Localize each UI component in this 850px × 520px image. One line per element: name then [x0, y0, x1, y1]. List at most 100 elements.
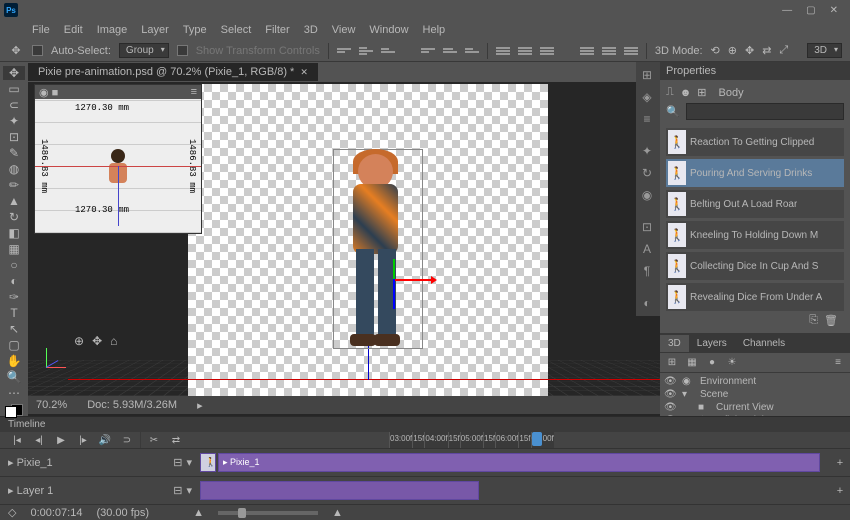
3d-scale-icon[interactable]: ⤢ [779, 44, 788, 57]
track-menu-icon[interactable]: ▾ [186, 484, 192, 497]
distribute-4-icon[interactable] [580, 44, 594, 58]
panel-menu-icon[interactable]: ≡ [830, 355, 846, 371]
panel-icon-5[interactable]: ↻ [638, 164, 656, 182]
animation-item[interactable]: 🚶Collecting Dice In Cup And S [666, 252, 844, 280]
panel-icon-3[interactable]: ≡ [638, 110, 656, 128]
panel-icon-2[interactable]: ◈ [638, 88, 656, 106]
zoom-in-icon[interactable]: ▲ [332, 507, 343, 519]
color-swatches[interactable] [5, 406, 23, 416]
dodge-tool[interactable]: ◐ [3, 274, 25, 288]
eraser-tool[interactable]: ◧ [3, 226, 25, 240]
distribute-5-icon[interactable] [602, 44, 616, 58]
track-body[interactable] [200, 477, 820, 504]
panel-icon-1[interactable]: ⊞ [638, 66, 656, 84]
shape-tool[interactable]: ▢ [3, 338, 25, 352]
zoom-slider[interactable] [238, 508, 246, 518]
gizmo-z-axis[interactable] [393, 279, 395, 309]
audio-button[interactable]: 🔊 [96, 432, 114, 448]
document-canvas[interactable] [188, 84, 548, 396]
menu-layer[interactable]: Layer [141, 24, 169, 36]
auto-select-dropdown[interactable]: Group [119, 43, 169, 58]
3d-pan-icon[interactable]: ✥ [745, 44, 754, 57]
next-frame-button[interactable]: |▸ [74, 432, 92, 448]
workspace-dropdown[interactable]: 3D [807, 43, 842, 58]
menu-edit[interactable]: Edit [64, 24, 83, 36]
visibility-icon[interactable]: 👁 [664, 389, 678, 400]
filter-material-icon[interactable]: ● [704, 355, 720, 371]
filter-light-icon[interactable]: ☀ [724, 355, 740, 371]
3d-rotate-icon[interactable]: ⟲ [711, 44, 720, 57]
canvas-area[interactable]: ◉ ■ ≡ 1270.30 mm 1270.30 mm 1486.83 mm 1… [28, 82, 660, 396]
pen-tool[interactable]: ✑ [3, 290, 25, 304]
panel-icon-8[interactable]: A [638, 240, 656, 258]
clip-thumb[interactable]: 🚶 [200, 453, 216, 472]
distribute-3-icon[interactable] [540, 44, 554, 58]
loop-button[interactable]: ⊃ [118, 432, 136, 448]
split-button[interactable]: ✂ [145, 432, 163, 448]
animation-item[interactable]: 🚶Pouring And Serving Drinks [666, 159, 844, 187]
timeline-ruler[interactable]: 03:00f15f04:00f15f05:00f15f06:00f15f07:0… [389, 432, 554, 448]
tab-layers[interactable]: Layers [689, 335, 735, 352]
gradient-tool[interactable]: ▦ [3, 242, 25, 256]
add-track-button[interactable]: + [830, 485, 850, 497]
timeline-clip[interactable] [200, 481, 479, 500]
timecode[interactable]: 0:00:07:14 [30, 507, 82, 519]
view-menu-icon[interactable]: ≡ [191, 86, 197, 98]
menu-type[interactable]: Type [183, 24, 207, 36]
scene-item[interactable]: 👁▾Scene [660, 388, 850, 401]
move-tool[interactable]: ✥ [3, 66, 25, 80]
panel-icon-9[interactable]: ¶ [638, 262, 656, 280]
track-opt-icon[interactable]: ⊟ [173, 484, 182, 497]
gizmo-x-axis[interactable] [393, 279, 433, 281]
brush-tool[interactable]: ✏ [3, 178, 25, 192]
axis-widget[interactable] [46, 338, 76, 368]
play-button[interactable]: ▶ [52, 432, 70, 448]
hand-tool[interactable]: ✋ [3, 354, 25, 368]
heal-tool[interactable]: ◍ [3, 162, 25, 176]
status-arrow-icon[interactable]: ▸ [197, 399, 203, 412]
properties-header[interactable]: Properties [660, 62, 850, 80]
path-tool[interactable]: ↖ [3, 322, 25, 336]
menu-view[interactable]: View [332, 24, 356, 36]
scene-item[interactable]: 👁☀Infinite Light 1 [660, 414, 850, 416]
visibility-icon[interactable]: 👁 [664, 415, 678, 416]
expand-icon[interactable]: ▸ [8, 457, 14, 469]
panel-icon-7[interactable]: ⊡ [638, 218, 656, 236]
animation-item[interactable]: 🚶Reaction To Getting Clipped [666, 128, 844, 156]
panel-icon-10[interactable]: ◐ [638, 294, 656, 312]
filter-mesh-icon[interactable]: ▦ [684, 355, 700, 371]
pan-icon[interactable]: ✥ [92, 334, 102, 348]
marquee-tool[interactable]: ▭ [3, 82, 25, 96]
eyedropper-tool[interactable]: ✎ [3, 146, 25, 160]
track-header[interactable]: ▸ Pixie_1⊟▾ [0, 456, 200, 469]
scene-item[interactable]: 👁■Current View [660, 401, 850, 414]
wand-tool[interactable]: ✦ [3, 114, 25, 128]
new-icon[interactable]: ⎘ [809, 314, 818, 327]
align-bottom-icon[interactable] [381, 44, 395, 58]
distribute-1-icon[interactable] [496, 44, 510, 58]
zoom-tool[interactable]: 🔍 [3, 370, 25, 384]
menu-help[interactable]: Help [423, 24, 446, 36]
filter-scene-icon[interactable]: ⊞ [664, 355, 680, 371]
visibility-icon[interactable]: 👁 [664, 402, 678, 413]
dolly-icon[interactable]: ⌂ [110, 334, 117, 348]
align-vcenter-icon[interactable] [359, 44, 373, 58]
track-menu-icon[interactable]: ▾ [186, 456, 192, 469]
menu-window[interactable]: Window [369, 24, 408, 36]
history-brush-tool[interactable]: ↻ [3, 210, 25, 224]
align-right-icon[interactable] [465, 44, 479, 58]
secondary-view[interactable]: ◉ ■ ≡ 1270.30 mm 1270.30 mm 1486.83 mm 1… [34, 84, 202, 234]
track-body[interactable]: 🚶▸ Pixie_1 [200, 449, 820, 476]
scene-item[interactable]: 👁◉Environment [660, 375, 850, 388]
panel-icon-4[interactable]: ✦ [638, 142, 656, 160]
timeline-clip[interactable]: ▸ Pixie_1 [218, 453, 820, 472]
zoom-out-icon[interactable]: ▲ [193, 507, 204, 519]
document-tab[interactable]: Pixie pre-animation.psd @ 70.2% (Pixie_1… [28, 63, 318, 81]
tab-channels[interactable]: Channels [735, 335, 793, 352]
minimize-button[interactable]: — [782, 5, 792, 16]
align-top-icon[interactable] [337, 44, 351, 58]
3d-gizmo[interactable] [368, 254, 418, 304]
type-tool[interactable]: T [3, 306, 25, 320]
edit-toolbar[interactable]: ⋯ [3, 386, 25, 400]
expand-icon[interactable]: ▸ [8, 485, 14, 497]
